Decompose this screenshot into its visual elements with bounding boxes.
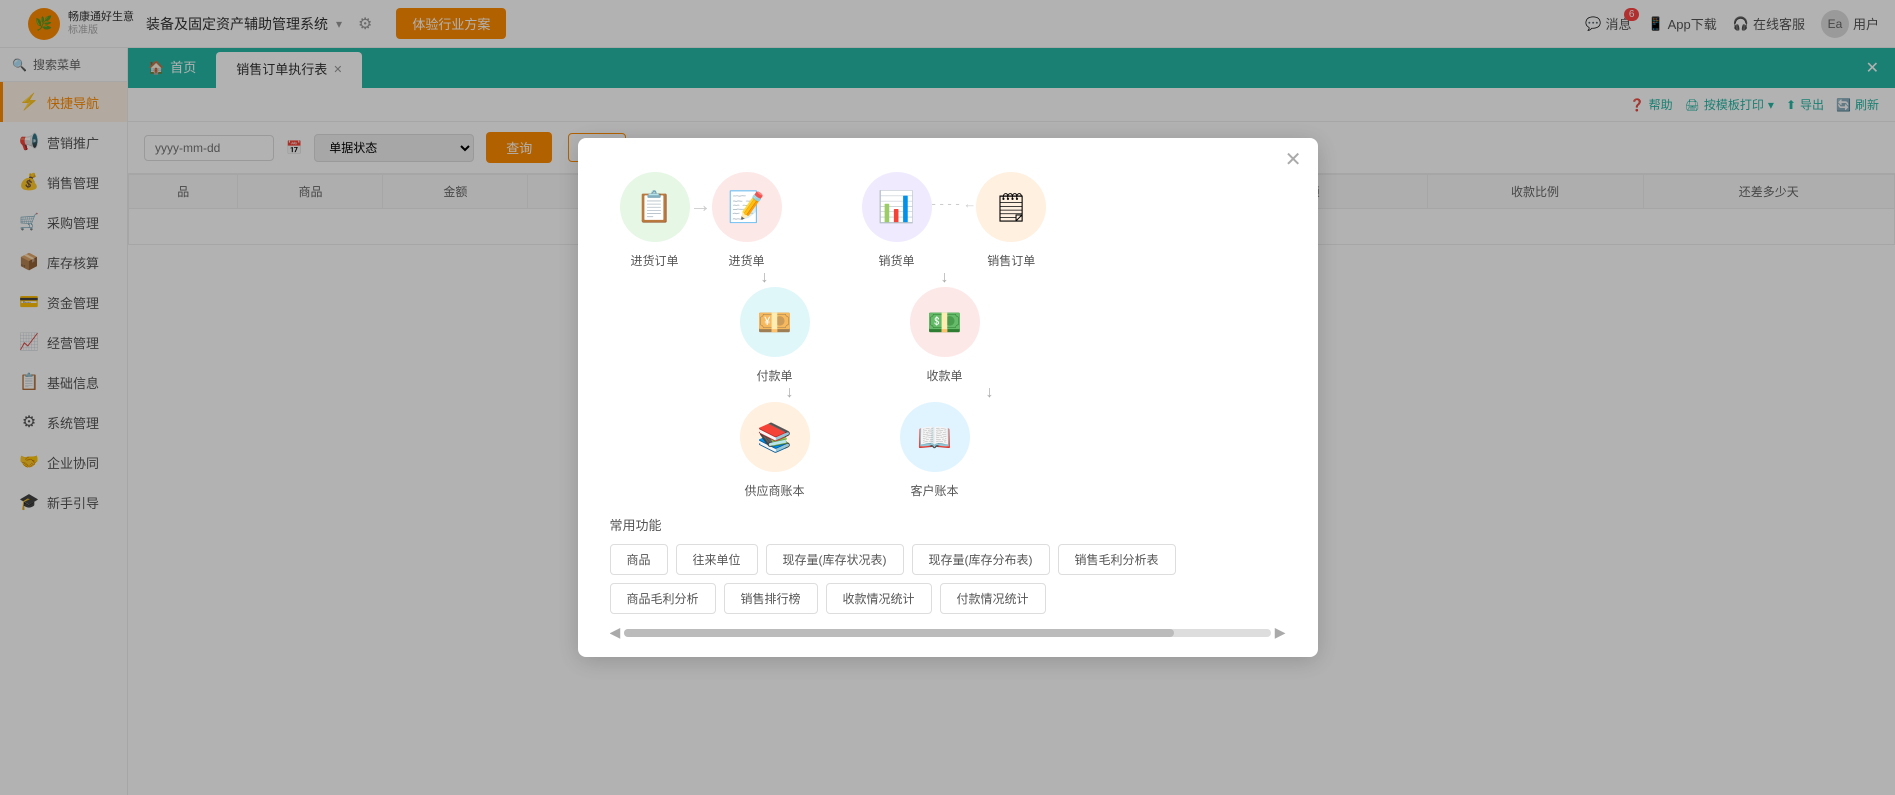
arrow-down-payment: ↓ <box>740 384 840 402</box>
node-payment[interactable]: 💴 付款单 <box>740 287 810 384</box>
node-sales-slip[interactable]: 📊 销货单 <box>862 172 932 269</box>
scroll-left-icon[interactable]: ◀ <box>610 624 621 641</box>
func-btn[interactable]: 现存量(库存分布表) <box>912 544 1050 575</box>
node-customer-ledger[interactable]: 📖 客户账本 <box>900 402 970 499</box>
scrollbar-track[interactable] <box>624 629 1270 637</box>
func-btn[interactable]: 收款情况统计 <box>826 583 932 614</box>
arrow-down-purchase: ↓ <box>690 269 810 287</box>
common-functions-section: 常用功能 商品往来单位现存量(库存状况表)现存量(库存分布表)销售毛利分析表商品… <box>610 515 1286 614</box>
payment-label: 付款单 <box>756 367 792 384</box>
purchase-order-icon: 📋 <box>620 172 690 242</box>
scrollbar-thumb[interactable] <box>624 629 1173 637</box>
scroll-right-icon[interactable]: ▶ <box>1275 624 1286 641</box>
receipt-icon: 💵 <box>910 287 980 357</box>
func-btn[interactable]: 商品毛利分析 <box>610 583 716 614</box>
func-btn[interactable]: 销售排行榜 <box>724 583 818 614</box>
sales-order-label: 销售订单 <box>987 252 1035 269</box>
supplier-ledger-label: 供应商账本 <box>744 482 804 499</box>
func-btn[interactable]: 付款情况统计 <box>940 583 1046 614</box>
popup-box: ✕ 📋 进货订单 → 📝 进货单 <box>578 138 1318 657</box>
purchase-slip-label: 进货单 <box>728 252 764 269</box>
purchase-order-label: 进货订单 <box>630 252 678 269</box>
func-btn[interactable]: 商品 <box>610 544 668 575</box>
func-buttons: 商品往来单位现存量(库存状况表) 现存量(库存分布表) 销售毛利分析表商品毛利分析销… <box>610 544 1286 614</box>
node-sales-order[interactable]: 🗒 销售订单 <box>976 172 1046 269</box>
func-btn[interactable]: 往来单位 <box>676 544 758 575</box>
node-purchase-order[interactable]: 📋 进货订单 <box>620 172 690 269</box>
sales-slip-label: 销货单 <box>878 252 914 269</box>
popup-close-button[interactable]: ✕ <box>1285 150 1302 170</box>
func-btn[interactable]: 销售毛利分析表 <box>1058 544 1176 575</box>
receipt-label: 收款单 <box>926 367 962 384</box>
node-receipt[interactable]: 💵 收款单 <box>910 287 980 384</box>
arrow-down-receipt: ↓ <box>940 384 1040 402</box>
func-btn[interactable]: 现存量(库存状况表) <box>766 544 904 575</box>
dashed-arrow-left: - - - - ← <box>932 172 977 231</box>
node-purchase-slip[interactable]: 📝 进货单 <box>712 172 782 269</box>
sales-slip-icon: 📊 <box>862 172 932 242</box>
node-supplier-ledger[interactable]: 📚 供应商账本 <box>740 402 810 499</box>
customer-ledger-icon: 📖 <box>900 402 970 472</box>
customer-ledger-label: 客户账本 <box>910 482 958 499</box>
payment-icon: 💴 <box>740 287 810 357</box>
supplier-ledger-icon: 📚 <box>740 402 810 472</box>
popup-scrollbar-area[interactable]: ◀ ▶ <box>610 624 1286 641</box>
sales-order-icon: 🗒 <box>976 172 1046 242</box>
arrow-right-1: → <box>690 172 712 238</box>
common-func-title: 常用功能 <box>610 515 1286 534</box>
spacer-1 <box>782 172 862 212</box>
arrow-down-sales: ↓ <box>890 269 990 287</box>
flow-diagram: 📋 进货订单 → 📝 进货单 📊 销货单 - - - <box>610 162 1286 499</box>
popup-overlay[interactable]: ✕ 📋 进货订单 → 📝 进货单 <box>0 0 1895 795</box>
purchase-slip-icon: 📝 <box>712 172 782 242</box>
